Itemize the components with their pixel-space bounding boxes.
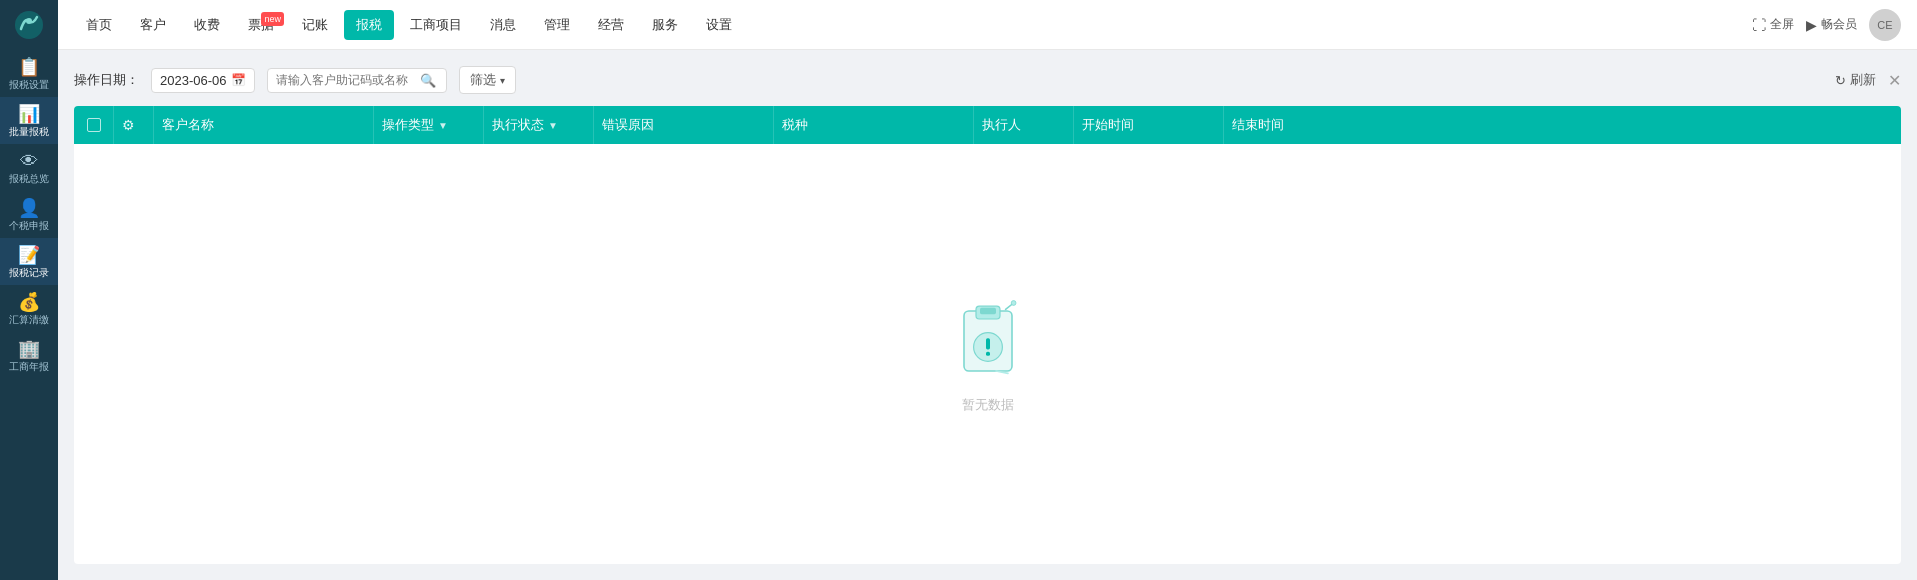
select-all-checkbox[interactable] — [87, 118, 101, 132]
empty-state: 暂无数据 — [908, 254, 1068, 454]
main-area: 首页 客户 收费 票据 new 记账 报税 工商项目 消息 管理 经营 服务 设… — [58, 0, 1917, 580]
settlement-icon: 💰 — [18, 293, 40, 311]
op-type-column-header: 操作类型 ▼ — [374, 106, 484, 144]
sidebar-item-personal-tax[interactable]: 👤 个税申报 — [0, 191, 58, 238]
sidebar-item-label: 工商年报 — [9, 361, 49, 373]
date-value: 2023-06-06 — [160, 73, 227, 88]
nav-tax[interactable]: 报税 — [344, 10, 394, 40]
sidebar-item-label: 报税记录 — [9, 267, 49, 279]
start-time-column-header: 开始时间 — [1074, 106, 1224, 144]
nav-customer[interactable]: 客户 — [128, 10, 178, 40]
sidebar-item-settlement[interactable]: 💰 汇算清缴 — [0, 285, 58, 332]
exec-status-column-header: 执行状态 ▼ — [484, 106, 594, 144]
nav-service[interactable]: 服务 — [640, 10, 690, 40]
empty-illustration — [948, 294, 1028, 384]
refresh-label: 刷新 — [1850, 71, 1876, 89]
refresh-icon: ↻ — [1835, 73, 1846, 88]
sidebar-item-batch-tax[interactable]: 📊 批量报税 — [0, 97, 58, 144]
toolbar: 操作日期： 2023-06-06 📅 🔍 筛选 ▾ ↻ 刷新 — [74, 66, 1901, 94]
tax-records-icon: 📝 — [18, 246, 40, 264]
executor-column-header: 执行人 — [974, 106, 1074, 144]
table-header: ⚙ 客户名称 操作类型 ▼ 执行状态 ▼ 错误原因 — [74, 106, 1901, 144]
nav-finance[interactable]: 经营 — [586, 10, 636, 40]
member-button[interactable]: ▶ 畅会员 — [1806, 16, 1857, 33]
svg-point-9 — [1011, 301, 1016, 306]
date-picker[interactable]: 2023-06-06 📅 — [151, 68, 255, 93]
settings-column-header[interactable]: ⚙ — [114, 106, 154, 144]
sidebar-item-label: 个税申报 — [9, 220, 49, 232]
content-area: 操作日期： 2023-06-06 📅 🔍 筛选 ▾ ↻ 刷新 — [58, 50, 1917, 580]
member-icon: ▶ — [1806, 17, 1817, 33]
new-badge: new — [261, 12, 284, 26]
date-label: 操作日期： — [74, 71, 139, 89]
customer-column-header: 客户名称 — [154, 106, 374, 144]
filter-icon[interactable]: ▼ — [438, 120, 448, 131]
calendar-icon: 📅 — [231, 73, 246, 87]
close-button[interactable]: ✕ — [1888, 71, 1901, 90]
annual-report-icon: 🏢 — [18, 340, 40, 358]
tax-settings-icon: 📋 — [18, 58, 40, 76]
nav-message[interactable]: 消息 — [478, 10, 528, 40]
svg-rect-7 — [986, 352, 990, 356]
personal-tax-icon: 👤 — [18, 199, 40, 217]
refresh-button[interactable]: ↻ 刷新 — [1835, 71, 1876, 89]
sidebar-item-label: 报税总览 — [9, 173, 49, 185]
end-time-column-header: 结束时间 — [1224, 106, 1344, 144]
sidebar-logo — [0, 0, 58, 50]
filter-button[interactable]: 筛选 ▾ — [459, 66, 516, 94]
filter-icon[interactable]: ▼ — [548, 120, 558, 131]
sidebar-item-label: 报税设置 — [9, 79, 49, 91]
batch-tax-icon: 📊 — [18, 105, 40, 123]
nav-settings[interactable]: 设置 — [694, 10, 744, 40]
topnav-right: ⛶ 全屏 ▶ 畅会员 CE — [1752, 9, 1901, 41]
svg-rect-6 — [986, 338, 990, 349]
table-body: 暂无数据 — [74, 144, 1901, 564]
fullscreen-icon: ⛶ — [1752, 17, 1766, 33]
fullscreen-button[interactable]: ⛶ 全屏 — [1752, 16, 1794, 33]
chevron-down-icon: ▾ — [500, 75, 505, 86]
sidebar-item-tax-records[interactable]: 📝 报税记录 — [0, 238, 58, 285]
svg-rect-4 — [980, 308, 996, 314]
error-reason-column-header: 错误原因 — [594, 106, 774, 144]
svg-point-0 — [15, 11, 43, 39]
avatar[interactable]: CE — [1869, 9, 1901, 41]
nav-accounting[interactable]: 记账 — [290, 10, 340, 40]
nav-management[interactable]: 管理 — [532, 10, 582, 40]
search-input[interactable] — [276, 73, 416, 87]
topnav-items: 首页 客户 收费 票据 new 记账 报税 工商项目 消息 管理 经营 服务 设… — [74, 10, 1752, 40]
sidebar: 📋 报税设置 📊 批量报税 👁 报税总览 👤 个税申报 📝 报税记录 💰 汇算清… — [0, 0, 58, 580]
search-icon[interactable]: 🔍 — [420, 73, 436, 88]
table-container: ⚙ 客户名称 操作类型 ▼ 执行状态 ▼ 错误原因 — [74, 106, 1901, 564]
nav-invoice[interactable]: 票据 new — [236, 10, 286, 40]
tax-type-column-header: 税种 — [774, 106, 974, 144]
nav-home[interactable]: 首页 — [74, 10, 124, 40]
checkbox-column-header[interactable] — [74, 106, 114, 144]
empty-text: 暂无数据 — [962, 396, 1014, 414]
filter-label: 筛选 — [470, 71, 496, 89]
sidebar-item-label: 批量报税 — [9, 126, 49, 138]
tax-overview-icon: 👁 — [20, 152, 38, 170]
sidebar-item-annual-report[interactable]: 🏢 工商年报 — [0, 332, 58, 379]
settings-icon[interactable]: ⚙ — [122, 117, 135, 133]
svg-point-1 — [26, 18, 32, 24]
sidebar-item-tax-settings[interactable]: 📋 报税设置 — [0, 50, 58, 97]
sidebar-item-tax-overview[interactable]: 👁 报税总览 — [0, 144, 58, 191]
nav-business[interactable]: 工商项目 — [398, 10, 474, 40]
nav-billing[interactable]: 收费 — [182, 10, 232, 40]
topnav: 首页 客户 收费 票据 new 记账 报税 工商项目 消息 管理 经营 服务 设… — [58, 0, 1917, 50]
page: 操作日期： 2023-06-06 📅 🔍 筛选 ▾ ↻ 刷新 — [58, 50, 1917, 580]
search-box: 🔍 — [267, 68, 447, 93]
sidebar-item-label: 汇算清缴 — [9, 314, 49, 326]
